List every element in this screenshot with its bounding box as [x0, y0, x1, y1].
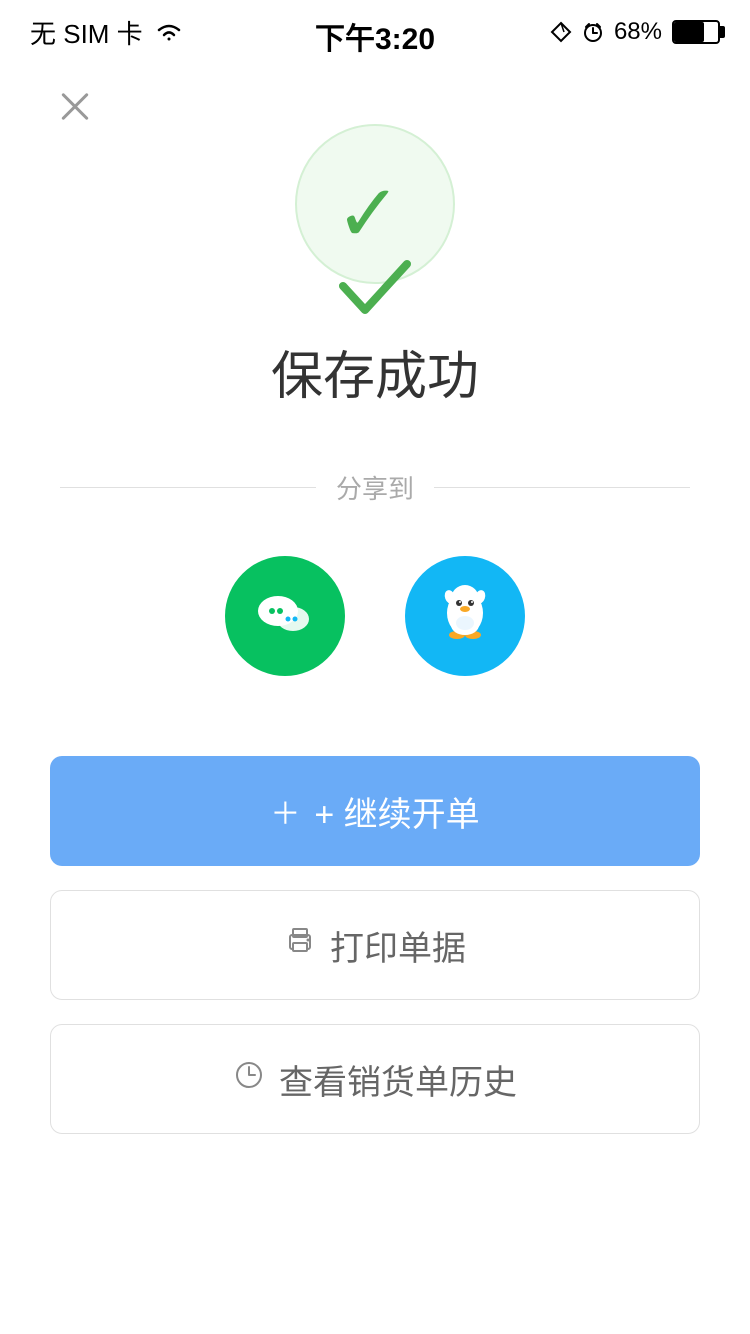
print-label: 打印单据: [330, 921, 466, 970]
status-time: 下午3:20: [315, 14, 435, 58]
share-qq-button[interactable]: [405, 556, 525, 676]
close-icon: [57, 87, 93, 123]
divider-left: [60, 487, 316, 488]
carrier-text: 无 SIM 卡: [30, 14, 143, 51]
main-content: 保存成功 分享到: [0, 64, 750, 1134]
status-carrier: 无 SIM 卡: [30, 14, 183, 51]
history-icon: [233, 1059, 265, 1099]
share-label: 分享到: [336, 469, 414, 506]
print-button[interactable]: 打印单据: [50, 890, 700, 1000]
wifi-icon: [155, 21, 183, 43]
print-icon: [284, 925, 316, 965]
alarm-icon: [582, 21, 604, 43]
close-button[interactable]: [50, 80, 100, 130]
share-wechat-button[interactable]: [225, 556, 345, 676]
history-label: 查看销货单历史: [279, 1055, 517, 1104]
continue-button[interactable]: ＋ + 继续开单: [50, 756, 700, 866]
status-bar: 无 SIM 卡 下午3:20 68%: [0, 0, 750, 64]
checkmark-icon: [335, 174, 415, 234]
battery-percent: 68%: [614, 18, 662, 46]
success-title: 保存成功: [271, 334, 479, 409]
battery-icon: [672, 20, 720, 44]
share-icons: [225, 556, 525, 676]
qq-icon: [430, 581, 500, 651]
location-icon: [550, 21, 572, 43]
share-divider: 分享到: [0, 469, 750, 506]
continue-label: + 继续开单: [314, 787, 479, 836]
divider-right: [434, 487, 690, 488]
status-right: 68%: [550, 18, 720, 46]
action-buttons: ＋ + 继续开单 打印单据 查看销货单历: [0, 756, 750, 1134]
history-button[interactable]: 查看销货单历史: [50, 1024, 700, 1134]
continue-icon: ＋: [270, 789, 300, 833]
wechat-icon: [250, 581, 320, 651]
success-circle: [295, 124, 455, 284]
